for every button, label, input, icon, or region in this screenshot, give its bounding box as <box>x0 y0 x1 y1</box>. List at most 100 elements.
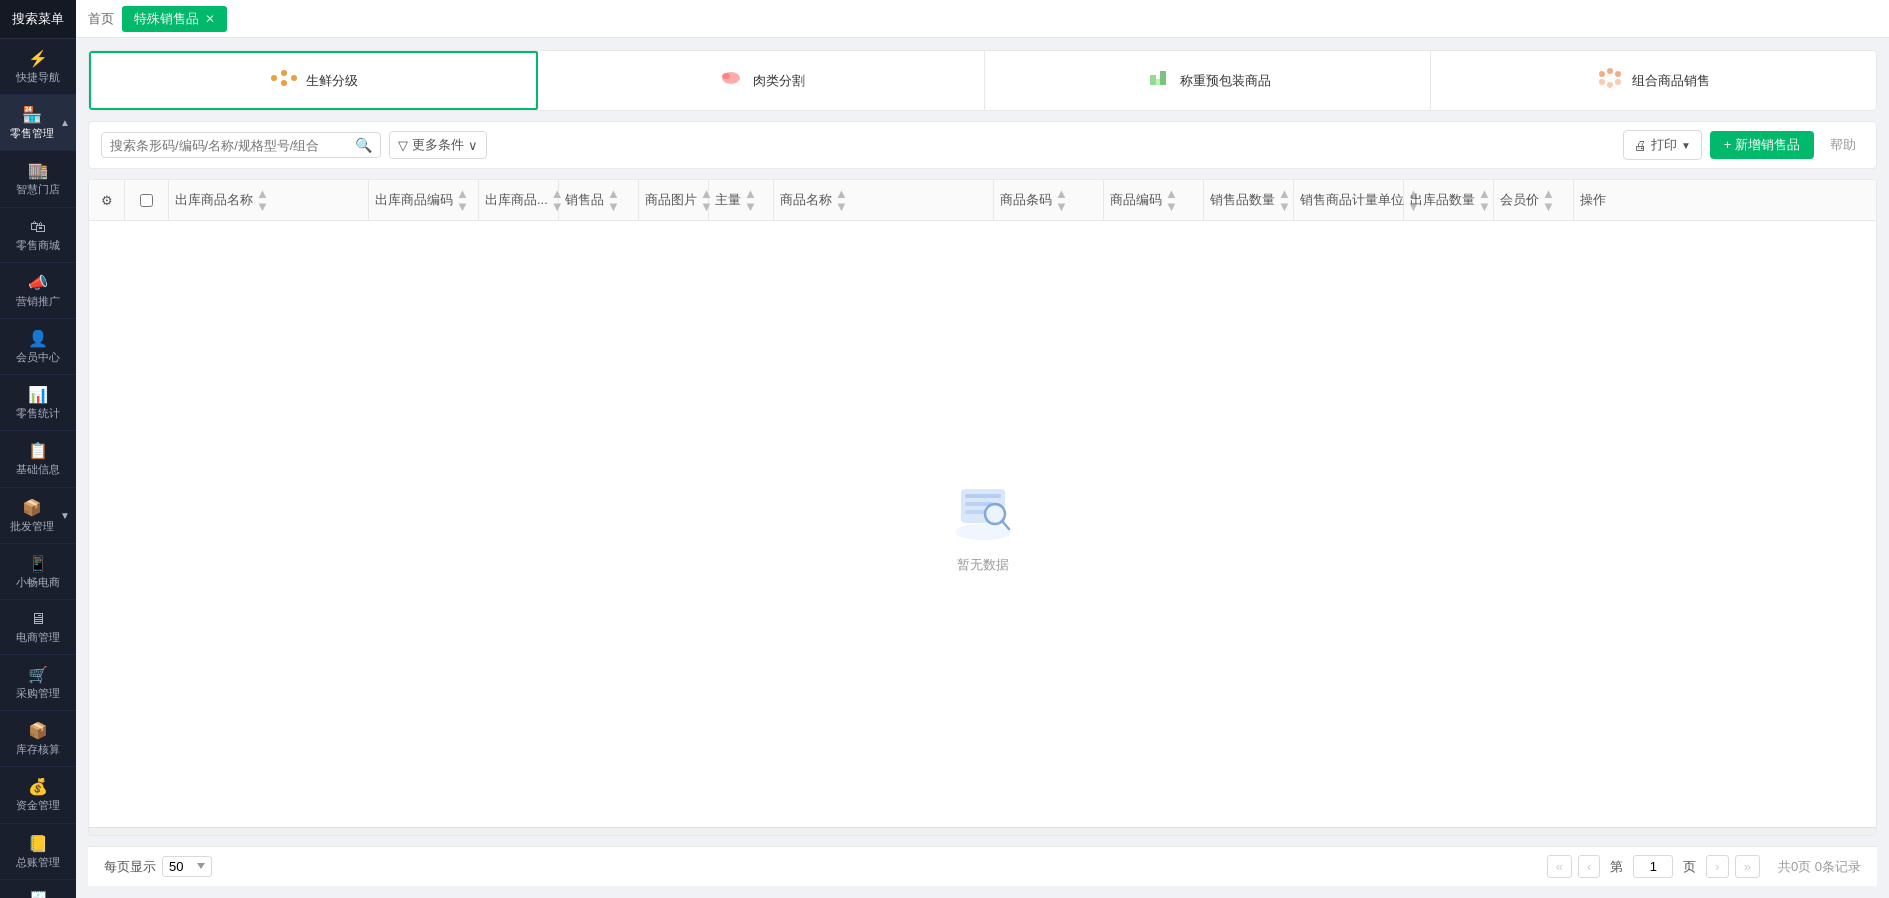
column-settings-icon[interactable]: ⚙ <box>101 193 113 208</box>
marketing-icon: 📣 <box>28 273 48 292</box>
sort-icon[interactable]: ▲▼ <box>1278 187 1291 213</box>
svg-rect-17 <box>965 494 1001 498</box>
sort-icon[interactable]: ▲▼ <box>607 187 620 213</box>
sidebar-item-basic-info[interactable]: 📋 基础信息 <box>0 431 76 487</box>
svg-point-3 <box>291 75 297 81</box>
th-goods-code: 商品编码 ▲▼ <box>1104 180 1204 220</box>
new-button[interactable]: + 新增销售品 <box>1710 131 1814 159</box>
th-label: 会员价 <box>1500 191 1539 209</box>
cat-tab-label: 组合商品销售 <box>1632 72 1710 90</box>
filter-button[interactable]: ▽ 更多条件 ∨ <box>389 131 487 159</box>
ecom-mgmt-icon: 🖥 <box>30 610 46 628</box>
th-sale-unit: 销售商品计量单位 ▲▼ <box>1294 180 1404 220</box>
breadcrumb-home[interactable]: 首页 <box>88 10 114 28</box>
last-page-button[interactable]: » <box>1735 855 1760 878</box>
sidebar-item-label: 总账管理 <box>16 856 60 869</box>
svg-point-9 <box>1599 71 1605 77</box>
sort-icon[interactable]: ▲▼ <box>835 187 848 213</box>
svg-point-11 <box>1615 71 1621 77</box>
sort-icon[interactable]: ▲▼ <box>1165 187 1178 213</box>
sidebar-item-label: 零售管理 <box>10 127 54 140</box>
total-info: 共0页 0条记录 <box>1778 858 1861 876</box>
sidebar-item-finance[interactable]: 💰 资金管理 <box>0 767 76 823</box>
smart-store-icon: 🏬 <box>28 161 48 180</box>
th-label: 商品图片 <box>645 191 697 209</box>
th-sale-goods: 销售品 ▲▼ <box>559 180 639 220</box>
close-tab-icon[interactable]: ✕ <box>205 12 215 26</box>
empty-illustration <box>943 474 1023 544</box>
cat-tab-weighed[interactable]: 称重预包装商品 <box>985 51 1431 110</box>
th-settings[interactable]: ⚙ <box>89 180 125 220</box>
sidebar: 搜索菜单 ⚡ 快捷导航 🏪 零售管理 ▲ 🏬 智慧门店 🛍 零售商城 📣 营销推… <box>0 0 76 898</box>
sidebar-item-marketing[interactable]: 📣 营销推广 <box>0 263 76 319</box>
category-tabs: 生鲜分级 肉类分割 <box>88 50 1877 111</box>
th-out-goods-code: 出库商品编码 ▲▼ <box>369 180 479 220</box>
active-tab-pill[interactable]: 特殊销售品 ✕ <box>122 6 227 32</box>
next-page-button[interactable]: › <box>1706 855 1728 878</box>
sidebar-item-ledger[interactable]: 📒 总账管理 <box>0 824 76 880</box>
per-page-select[interactable]: 10 20 50 100 <box>162 856 212 877</box>
search-box[interactable]: 🔍 <box>101 132 381 158</box>
print-button[interactable]: 🖨 打印 ▼ <box>1623 130 1702 160</box>
print-label: 打印 <box>1651 136 1677 154</box>
sidebar-item-smart-store[interactable]: 🏬 智慧门店 <box>0 151 76 207</box>
sidebar-logo[interactable]: 搜索菜单 <box>0 0 76 39</box>
search-input[interactable] <box>110 138 349 153</box>
toolbar-left: 🔍 ▽ 更多条件 ∨ <box>101 131 487 159</box>
retail-stats-icon: 📊 <box>28 385 48 404</box>
sidebar-item-label: 库存核算 <box>16 743 60 756</box>
th-checkbox[interactable] <box>125 180 169 220</box>
help-button[interactable]: 帮助 <box>1822 131 1864 159</box>
expand-arrow-icon: ▲ <box>60 117 70 128</box>
weighed-icon <box>1144 67 1172 94</box>
search-icon[interactable]: 🔍 <box>355 137 372 153</box>
sidebar-item-label: 零售商城 <box>16 239 60 252</box>
first-page-button[interactable]: « <box>1547 855 1572 878</box>
wholesale-icon: 📦 <box>22 498 42 517</box>
cat-tab-combo[interactable]: 组合商品销售 <box>1431 51 1876 110</box>
svg-point-15 <box>955 524 1011 540</box>
th-weight: 主量 ▲▼ <box>709 180 774 220</box>
sort-icon[interactable]: ▲▼ <box>456 187 469 213</box>
sidebar-item-member[interactable]: 👤 会员中心 <box>0 319 76 375</box>
sidebar-item-purchase[interactable]: 🛒 采购管理 <box>0 655 76 711</box>
sidebar-item-quick-nav[interactable]: ⚡ 快捷导航 <box>0 39 76 95</box>
mini-ecom-icon: 📱 <box>28 554 48 573</box>
page-number-input[interactable] <box>1633 855 1673 878</box>
sidebar-item-label: 基础信息 <box>16 463 60 476</box>
sort-icon[interactable]: ▲▼ <box>256 187 269 213</box>
sidebar-item-retail-mall[interactable]: 🛍 零售商城 <box>0 208 76 263</box>
sort-icon[interactable]: ▲▼ <box>1478 187 1491 213</box>
sidebar-item-label: 资金管理 <box>16 799 60 812</box>
th-ops: 操作 <box>1574 180 1634 220</box>
cat-tab-meat-cut[interactable]: 肉类分割 <box>538 51 984 110</box>
active-tab-label: 特殊销售品 <box>134 10 199 28</box>
finance-icon: 💰 <box>28 777 48 796</box>
meat-cut-icon <box>717 67 745 94</box>
sidebar-item-ecom-mgmt[interactable]: 🖥 电商管理 <box>0 600 76 655</box>
sidebar-item-retail-stats[interactable]: 📊 零售统计 <box>0 375 76 431</box>
sidebar-item-invoice[interactable]: 🧾 发票管理 <box>0 880 76 898</box>
select-all-checkbox[interactable] <box>140 194 153 207</box>
sidebar-item-retail-mgmt[interactable]: 🏪 零售管理 ▲ <box>0 95 76 151</box>
sort-icon[interactable]: ▲▼ <box>1055 187 1068 213</box>
prev-page-button[interactable]: ‹ <box>1578 855 1600 878</box>
expand-arrow-icon: ▼ <box>60 510 70 521</box>
main-area: 首页 特殊销售品 ✕ 生鲜分级 <box>76 0 1889 898</box>
purchase-icon: 🛒 <box>28 665 48 684</box>
empty-text: 暂无数据 <box>957 556 1009 574</box>
horizontal-scrollbar[interactable] <box>89 827 1876 835</box>
th-label: 出库商品名称 <box>175 191 253 209</box>
svg-rect-19 <box>965 510 985 514</box>
sidebar-item-inventory[interactable]: 📦 库存核算 <box>0 711 76 767</box>
sidebar-item-mini-ecom[interactable]: 📱 小畅电商 <box>0 544 76 600</box>
sidebar-item-wholesale[interactable]: 📦 批发管理 ▼ <box>0 488 76 544</box>
sidebar-item-label: 电商管理 <box>16 631 60 644</box>
sort-icon[interactable]: ▲▼ <box>1542 187 1555 213</box>
cat-tab-fresh-grade[interactable]: 生鲜分级 <box>89 51 538 110</box>
quick-nav-icon: ⚡ <box>28 49 48 68</box>
sort-icon[interactable]: ▲▼ <box>744 187 757 213</box>
filter-icon: ▽ <box>398 138 408 153</box>
th-out-goods-spec: 出库商品... ▲▼ <box>479 180 559 220</box>
svg-point-5 <box>722 73 730 79</box>
